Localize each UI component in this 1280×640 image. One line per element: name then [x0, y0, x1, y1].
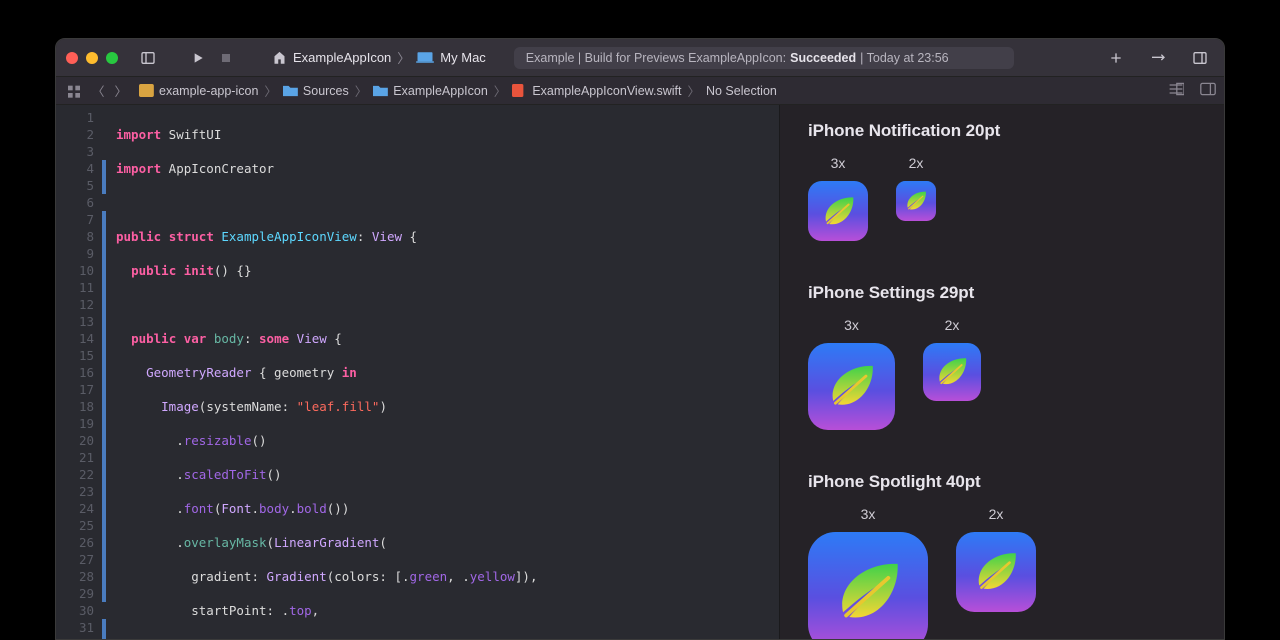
status-prefix: Example | Build for Previews ExampleAppI… — [526, 51, 786, 65]
status-suffix: | Today at 23:56 — [860, 51, 949, 65]
preview-section: iPhone Spotlight 40pt 3x 2x — [808, 472, 1196, 639]
zoom-window-button[interactable] — [106, 52, 118, 64]
breadcrumb-segment[interactable]: No Selection — [706, 84, 777, 98]
preview-item[interactable]: 3x — [808, 317, 895, 430]
activity-status[interactable]: Example | Build for Previews ExampleAppI… — [514, 47, 1014, 69]
breadcrumb-segment[interactable]: ExampleAppIconView.swift — [512, 84, 681, 98]
preview-section: iPhone Settings 29pt 3x 2x — [808, 283, 1196, 430]
run-button[interactable] — [188, 48, 208, 68]
breadcrumb-label: Sources — [303, 84, 349, 98]
breadcrumb-segment[interactable]: Sources — [283, 84, 349, 98]
jump-bar: 〈 〉 example-app-icon 〉 Sources 〉 Example… — [56, 77, 1224, 105]
adjust-editor-icon[interactable] — [1200, 82, 1216, 99]
nav-forward-icon[interactable]: 〉 — [115, 81, 128, 100]
app-icon-preview — [923, 343, 981, 401]
code-editor[interactable]: 1234567891011121314151617181920212223242… — [56, 105, 779, 639]
stop-button[interactable] — [216, 48, 236, 68]
add-icon[interactable] — [1106, 48, 1126, 68]
nav-back-icon[interactable]: 〈 — [92, 81, 105, 100]
breadcrumb-label: ExampleAppIcon — [393, 84, 488, 98]
app-icon-preview — [808, 532, 928, 639]
preview-section-title: iPhone Spotlight 40pt — [808, 472, 1196, 492]
toggle-inspector-icon[interactable] — [1190, 48, 1210, 68]
preview-canvas[interactable]: iPhone Notification 20pt 3x 2x iPhone Se… — [779, 105, 1224, 639]
app-icon-preview — [808, 181, 868, 241]
preview-scale-label: 3x — [831, 155, 846, 171]
preview-section-title: iPhone Settings 29pt — [808, 283, 1196, 303]
preview-item[interactable]: 2x — [956, 506, 1036, 612]
chevron-right-icon: 〉 — [494, 81, 507, 100]
preview-scale-label: 3x — [844, 317, 859, 333]
app-icon-preview — [808, 343, 895, 430]
app-icon-preview — [896, 181, 936, 221]
chevron-right-icon: 〉 — [264, 81, 277, 100]
scheme-target-icon — [272, 50, 287, 65]
breadcrumb-segment[interactable]: ExampleAppIcon — [373, 84, 488, 98]
swift-file-icon — [512, 84, 527, 97]
toolbar: ExampleAppIcon 〉 My Mac Example | Build … — [56, 39, 1224, 77]
breadcrumb-segment[interactable]: example-app-icon — [139, 84, 258, 98]
preview-item[interactable]: 2x — [923, 317, 981, 401]
chevron-right-icon: 〉 — [687, 81, 700, 100]
status-result: Succeeded — [790, 51, 856, 65]
folder-icon — [373, 84, 388, 97]
breadcrumb-label: No Selection — [706, 84, 777, 98]
breadcrumb-label: example-app-icon — [159, 84, 258, 98]
editor-options-icon[interactable] — [1168, 82, 1184, 99]
preview-item[interactable]: 3x — [808, 506, 928, 639]
related-items-icon[interactable] — [64, 81, 84, 101]
preview-scale-label: 3x — [861, 506, 876, 522]
breadcrumb-label: ExampleAppIconView.swift — [532, 84, 681, 98]
code-content[interactable]: import SwiftUI import AppIconCreator pub… — [106, 105, 545, 639]
code-review-icon[interactable] — [1148, 48, 1168, 68]
scheme-name: ExampleAppIcon — [293, 50, 391, 65]
toggle-navigator-icon[interactable] — [138, 48, 158, 68]
close-window-button[interactable] — [66, 52, 78, 64]
chevron-right-icon: 〉 — [397, 48, 410, 67]
preview-item[interactable]: 3x — [808, 155, 868, 241]
minimize-window-button[interactable] — [86, 52, 98, 64]
preview-scale-label: 2x — [909, 155, 924, 171]
window-controls — [66, 52, 118, 64]
app-icon-preview — [956, 532, 1036, 612]
destination-mac-icon — [416, 51, 434, 64]
main-area: 1234567891011121314151617181920212223242… — [56, 105, 1224, 639]
folder-icon — [283, 84, 298, 97]
preview-scale-label: 2x — [989, 506, 1004, 522]
scheme-selector[interactable]: ExampleAppIcon 〉 My Mac — [266, 48, 492, 67]
xcode-window: ExampleAppIcon 〉 My Mac Example | Build … — [55, 38, 1225, 640]
preview-item[interactable]: 2x — [896, 155, 936, 221]
line-gutter: 1234567891011121314151617181920212223242… — [56, 105, 102, 639]
preview-section: iPhone Notification 20pt 3x 2x — [808, 121, 1196, 241]
preview-section-title: iPhone Notification 20pt — [808, 121, 1196, 141]
preview-scale-label: 2x — [945, 317, 960, 333]
scheme-destination: My Mac — [440, 50, 486, 65]
project-icon — [139, 84, 154, 97]
chevron-right-icon: 〉 — [355, 81, 368, 100]
